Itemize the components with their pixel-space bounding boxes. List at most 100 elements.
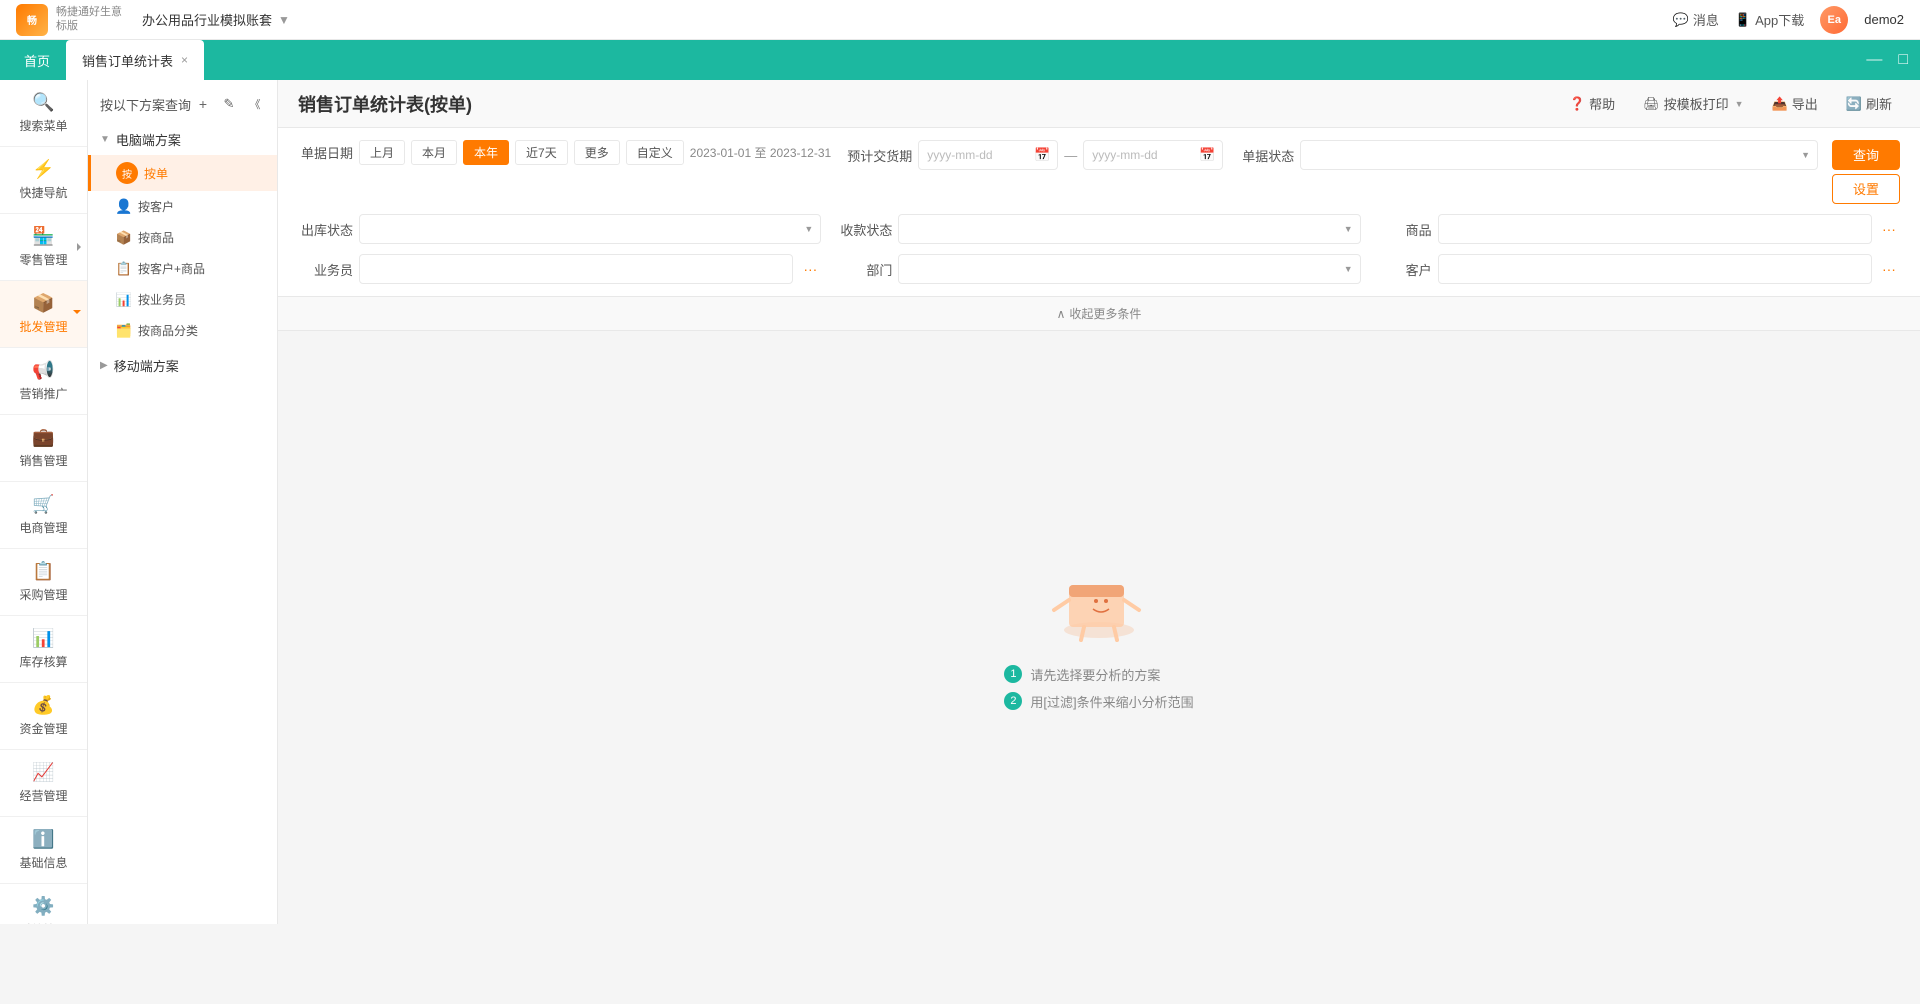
sidebar-item-wholesale[interactable]: 📦 批发管理 — [0, 281, 87, 348]
expected-date-start-input[interactable] — [918, 140, 1058, 170]
wholesale-icon: 📦 — [32, 293, 54, 314]
page-actions: ❓ 帮助 🖨 按模板打印 ▼ 📤 导出 🔄 刷新 — [1561, 90, 1900, 117]
scheme-group-pc-header[interactable]: ▼ 电脑端方案 — [88, 124, 277, 155]
add-scheme-btn[interactable]: + — [193, 94, 213, 114]
empty-illustration — [1039, 545, 1159, 645]
date-btn-this-year[interactable]: 本年 — [463, 140, 509, 165]
expected-date-start-wrapper: 📅 — [918, 140, 1058, 170]
scheme-item-by-category[interactable]: 🗂️ 按商品分类 — [88, 315, 277, 346]
marketing-icon: 📢 — [32, 360, 54, 381]
order-state-select[interactable] — [1300, 140, 1818, 170]
sidebar-item-ecommerce[interactable]: 🛒 电商管理 — [0, 482, 87, 549]
top-bar-right: 💬 消息 📱 App下载 Ea demo2 — [1673, 6, 1904, 34]
help-btn[interactable]: ❓ 帮助 — [1561, 90, 1623, 117]
scheme-group-mobile-header[interactable]: ▶ 移动端方案 — [88, 350, 277, 381]
receipt-state-select[interactable] — [898, 214, 1360, 244]
sidebar-item-system[interactable]: ⚙️ 系统管理 — [0, 884, 87, 924]
sidebar-item-basic-info[interactable]: ℹ️ 基础信息 — [0, 817, 87, 884]
step-2-num: 2 — [1004, 692, 1022, 710]
phone-icon: 📱 — [1735, 12, 1751, 28]
nav-tabs-bar: 首页 销售订单统计表 × — □ — [0, 40, 1920, 80]
scheme-item-by-customer-product[interactable]: 📋 按客户+商品 — [88, 253, 277, 284]
template-print-btn[interactable]: 🖨 按模板打印 ▼ — [1635, 90, 1751, 117]
receipt-state-label: 收款状态 — [837, 220, 892, 239]
window-minimize-btn[interactable]: — — [1862, 47, 1886, 73]
sidebar-item-retail[interactable]: 🏪 零售管理 — [0, 214, 87, 281]
salesperson-more-btn[interactable]: ··· — [799, 257, 821, 281]
scheme-panel-title: 按以下方案查询 — [100, 95, 191, 114]
collapse-panel-btn[interactable]: 《 — [245, 94, 265, 114]
filter-area: 单据日期 上月 本月 本年 近7天 更多 自定义 2023-01-01 至 20… — [278, 128, 1920, 297]
empty-steps: 1 请先选择要分析的方案 2 用[过滤]条件来缩小分析范围 — [1004, 665, 1193, 711]
window-maximize-btn[interactable]: □ — [1894, 47, 1912, 73]
department-label: 部门 — [837, 260, 892, 279]
salesperson-label: 业务员 — [298, 260, 353, 279]
product-label: 商品 — [1377, 220, 1432, 239]
main-layout: 🔍 搜索菜单 ⚡ 快捷导航 🏪 零售管理 📦 批发管理 📢 营销推广 💼 销售管… — [0, 80, 1920, 924]
scheme-item-by-salesperson[interactable]: 📊 按业务员 — [88, 284, 277, 315]
chevron-down-icon: ▼ — [100, 134, 110, 145]
tab-home[interactable]: 首页 — [8, 40, 66, 80]
sidebar-item-operations[interactable]: 📈 经营管理 — [0, 750, 87, 817]
product-input[interactable] — [1438, 214, 1872, 244]
expected-date-label: 预计交货期 — [847, 146, 912, 165]
app-download-btn[interactable]: 📱 App下载 — [1735, 10, 1804, 29]
export-btn[interactable]: 📤 导出 — [1764, 90, 1826, 117]
sidebar-item-search-menu[interactable]: 🔍 搜索菜单 — [0, 80, 87, 147]
collapse-filter-bar[interactable]: ∧ 收起更多条件 — [278, 297, 1920, 331]
outbound-state-select[interactable] — [359, 214, 821, 244]
refresh-btn[interactable]: 🔄 刷新 — [1838, 90, 1900, 117]
expected-date-end-input[interactable] — [1083, 140, 1223, 170]
tab-close-btn[interactable]: × — [181, 54, 188, 66]
main-content: 销售订单统计表(按单) ❓ 帮助 🖨 按模板打印 ▼ 📤 导出 — [278, 80, 1920, 924]
chevron-right-icon: ▶ — [100, 360, 108, 371]
customer-label: 客户 — [1377, 260, 1432, 279]
search-menu-icon: 🔍 — [32, 92, 54, 113]
empty-state: 1 请先选择要分析的方案 2 用[过滤]条件来缩小分析范围 — [278, 331, 1920, 924]
chevron-up-icon: ∧ — [1057, 307, 1066, 321]
sidebar-item-finance[interactable]: 💰 资金管理 — [0, 683, 87, 750]
sidebar-item-purchase[interactable]: 📋 采购管理 — [0, 549, 87, 616]
order-state-label: 单据状态 — [1239, 146, 1294, 165]
salesperson-input[interactable] — [359, 254, 793, 284]
expected-date-end-wrapper: 📅 — [1083, 140, 1223, 170]
tab-sales-order-stats[interactable]: 销售订单统计表 × — [66, 40, 204, 80]
search-btn[interactable]: 查询 — [1832, 140, 1900, 170]
app-logo-icon: 畅 — [16, 4, 48, 36]
page-header: 销售订单统计表(按单) ❓ 帮助 🖨 按模板打印 ▼ 📤 导出 — [278, 80, 1920, 128]
sidebar-item-marketing[interactable]: 📢 营销推广 — [0, 348, 87, 415]
scheme-item-by-customer[interactable]: 👤 按客户 — [88, 191, 277, 222]
message-btn[interactable]: 💬 消息 — [1673, 10, 1719, 29]
order-state-select-wrapper — [1300, 140, 1818, 170]
sidebar-item-sales[interactable]: 💼 销售管理 — [0, 415, 87, 482]
workspace-title: 办公用品行业模拟账套 — [142, 10, 272, 29]
date-btn-this-month[interactable]: 本月 — [411, 140, 457, 165]
user-name[interactable]: demo2 — [1864, 12, 1904, 27]
product-more-btn[interactable]: ··· — [1878, 217, 1900, 241]
scheme-item-by-product[interactable]: 📦 按商品 — [88, 222, 277, 253]
basic-info-icon: ℹ️ — [32, 829, 54, 850]
step-1-num: 1 — [1004, 665, 1022, 683]
sidebar-item-inventory[interactable]: 📊 库存核算 — [0, 616, 87, 683]
customer-more-btn[interactable]: ··· — [1878, 257, 1900, 281]
scheme-item-by-order[interactable]: 按 按单 — [88, 155, 277, 191]
empty-step-2: 2 用[过滤]条件来缩小分析范围 — [1004, 692, 1193, 711]
customer-input[interactable] — [1438, 254, 1872, 284]
search-reset-group: 查询 设置 — [1832, 140, 1900, 204]
scheme-group-pc: ▼ 电脑端方案 按 按单 👤 按客户 📦 按商品 📋 按客户+商品 — [88, 124, 277, 346]
edit-scheme-btn[interactable]: ✎ — [219, 94, 239, 114]
quick-nav-icon: ⚡ — [32, 159, 54, 180]
date-btn-custom[interactable]: 自定义 — [626, 140, 684, 165]
user-avatar[interactable]: Ea — [1820, 6, 1848, 34]
department-select[interactable] — [898, 254, 1360, 284]
app-logo-text: 畅捷通好生意 标版 — [56, 6, 122, 32]
date-btn-last-month[interactable]: 上月 — [359, 140, 405, 165]
date-btn-more[interactable]: 更多 — [574, 140, 620, 165]
sidebar-item-quick-nav[interactable]: ⚡ 快捷导航 — [0, 147, 87, 214]
reset-btn[interactable]: 设置 — [1832, 174, 1900, 204]
workspace-dropdown-arrow[interactable]: ▼ — [278, 13, 290, 27]
sales-icon: 💼 — [32, 427, 54, 448]
date-btn-last-7-days[interactable]: 近7天 — [515, 140, 568, 165]
outbound-state-label: 出库状态 — [298, 220, 353, 239]
operations-icon: 📈 — [32, 762, 54, 783]
